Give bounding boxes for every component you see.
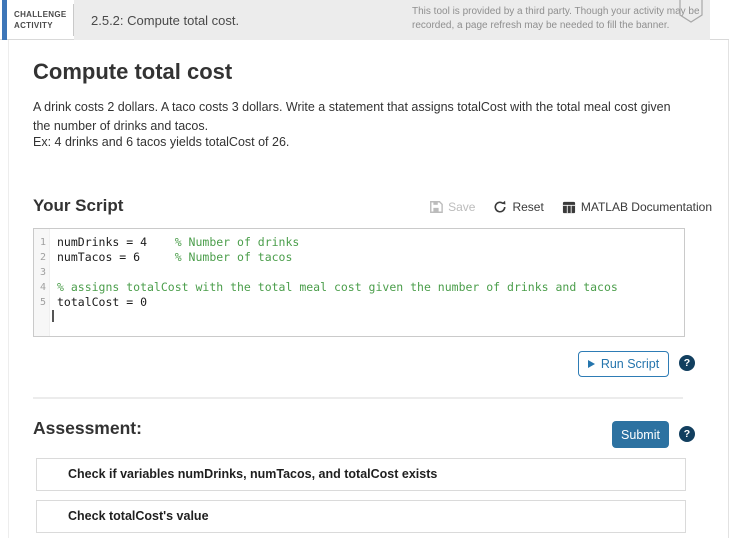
submit-button[interactable]: Submit bbox=[612, 421, 669, 448]
assessment-check-row-2[interactable]: Check totalCost's value bbox=[36, 500, 686, 533]
code-text: numDrinks = 4 bbox=[57, 235, 175, 249]
text-cursor bbox=[52, 310, 54, 322]
code-text: totalCost = 0 bbox=[57, 295, 148, 309]
reset-label: Reset bbox=[512, 200, 544, 214]
badge-line-2: ACTIVITY bbox=[14, 21, 53, 30]
line-number: 1 bbox=[39, 237, 46, 248]
code-text: numTacos = 6 bbox=[57, 250, 175, 264]
documentation-label: MATLAB Documentation bbox=[580, 200, 712, 214]
save-label: Save bbox=[448, 200, 476, 214]
problem-description: A drink costs 2 dollars. A taco costs 3 … bbox=[33, 100, 671, 133]
run-script-help-icon[interactable]: ? bbox=[679, 355, 695, 371]
banner-gray-area: 2.5.2: Compute total cost. This tool is … bbox=[74, 0, 710, 40]
code-line-1: 1 numDrinks = 4 % Number of drinks bbox=[34, 235, 684, 250]
code-line-4: 4 % assigns totalCost with the total meal… bbox=[34, 280, 684, 295]
matlab-documentation-link[interactable]: MATLAB Documentation bbox=[562, 200, 712, 214]
run-script-button[interactable]: Run Script bbox=[578, 351, 669, 377]
challenge-activity-page: CHALLENGE ACTIVITY 2.5.2: Compute total … bbox=[0, 0, 753, 538]
line-number: 4 bbox=[39, 282, 46, 293]
line-number: 5 bbox=[39, 297, 46, 308]
section-divider bbox=[33, 397, 683, 399]
code-editor[interactable]: 1 numDrinks = 4 % Number of drinks 2 numTa… bbox=[33, 228, 685, 337]
activity-type-badge: CHALLENGE ACTIVITY bbox=[14, 9, 66, 31]
line-number: 2 bbox=[39, 252, 46, 263]
disclaimer-line-2: recorded, a page refresh may be needed t… bbox=[412, 20, 670, 31]
editor-toolbar: Save Reset MATLAB Documentation bbox=[429, 200, 712, 214]
run-script-label: Run Script bbox=[600, 357, 660, 371]
save-button[interactable]: Save bbox=[429, 200, 475, 214]
page-title: Compute total cost bbox=[33, 59, 233, 84]
assessment-heading: Assessment: bbox=[33, 418, 142, 438]
submit-help-icon[interactable]: ? bbox=[679, 426, 695, 442]
line-number: 3 bbox=[39, 267, 46, 278]
badge-line-1: CHALLENGE bbox=[14, 10, 67, 19]
bookmark-icon[interactable] bbox=[678, 0, 704, 26]
banner-accent-bar bbox=[2, 0, 7, 40]
third-party-disclaimer: This tool is provided by a third party. … bbox=[412, 5, 700, 33]
code-line-5: 5 totalCost = 0 bbox=[34, 295, 684, 310]
activity-banner: CHALLENGE ACTIVITY 2.5.2: Compute total … bbox=[0, 0, 729, 40]
reset-button[interactable]: Reset bbox=[493, 200, 544, 214]
content-right-border bbox=[728, 0, 729, 538]
reset-icon bbox=[494, 200, 506, 213]
documentation-icon bbox=[562, 201, 575, 213]
your-script-heading: Your Script bbox=[33, 196, 124, 215]
problem-example: Ex: 4 drinks and 6 tacos yields totalCos… bbox=[33, 135, 290, 149]
code-comment: % assigns totalCost with the total meal … bbox=[57, 280, 618, 294]
assessment-check-row-1[interactable]: Check if variables numDrinks, numTacos, … bbox=[36, 458, 686, 491]
code-comment: % Number of drinks bbox=[174, 235, 300, 249]
disclaimer-line-1: This tool is provided by a third party. … bbox=[412, 6, 700, 17]
code-lines: 1 numDrinks = 4 % Number of drinks 2 numTa… bbox=[34, 235, 684, 310]
save-icon bbox=[430, 201, 443, 213]
play-icon bbox=[587, 360, 595, 368]
content-left-border bbox=[8, 40, 9, 538]
code-comment: % Number of tacos bbox=[174, 250, 293, 264]
code-line-3: 3 bbox=[34, 265, 684, 280]
code-line-2: 2 numTacos = 6 % Number of tacos bbox=[34, 250, 684, 265]
activity-title: 2.5.2: Compute total cost. bbox=[91, 13, 240, 28]
